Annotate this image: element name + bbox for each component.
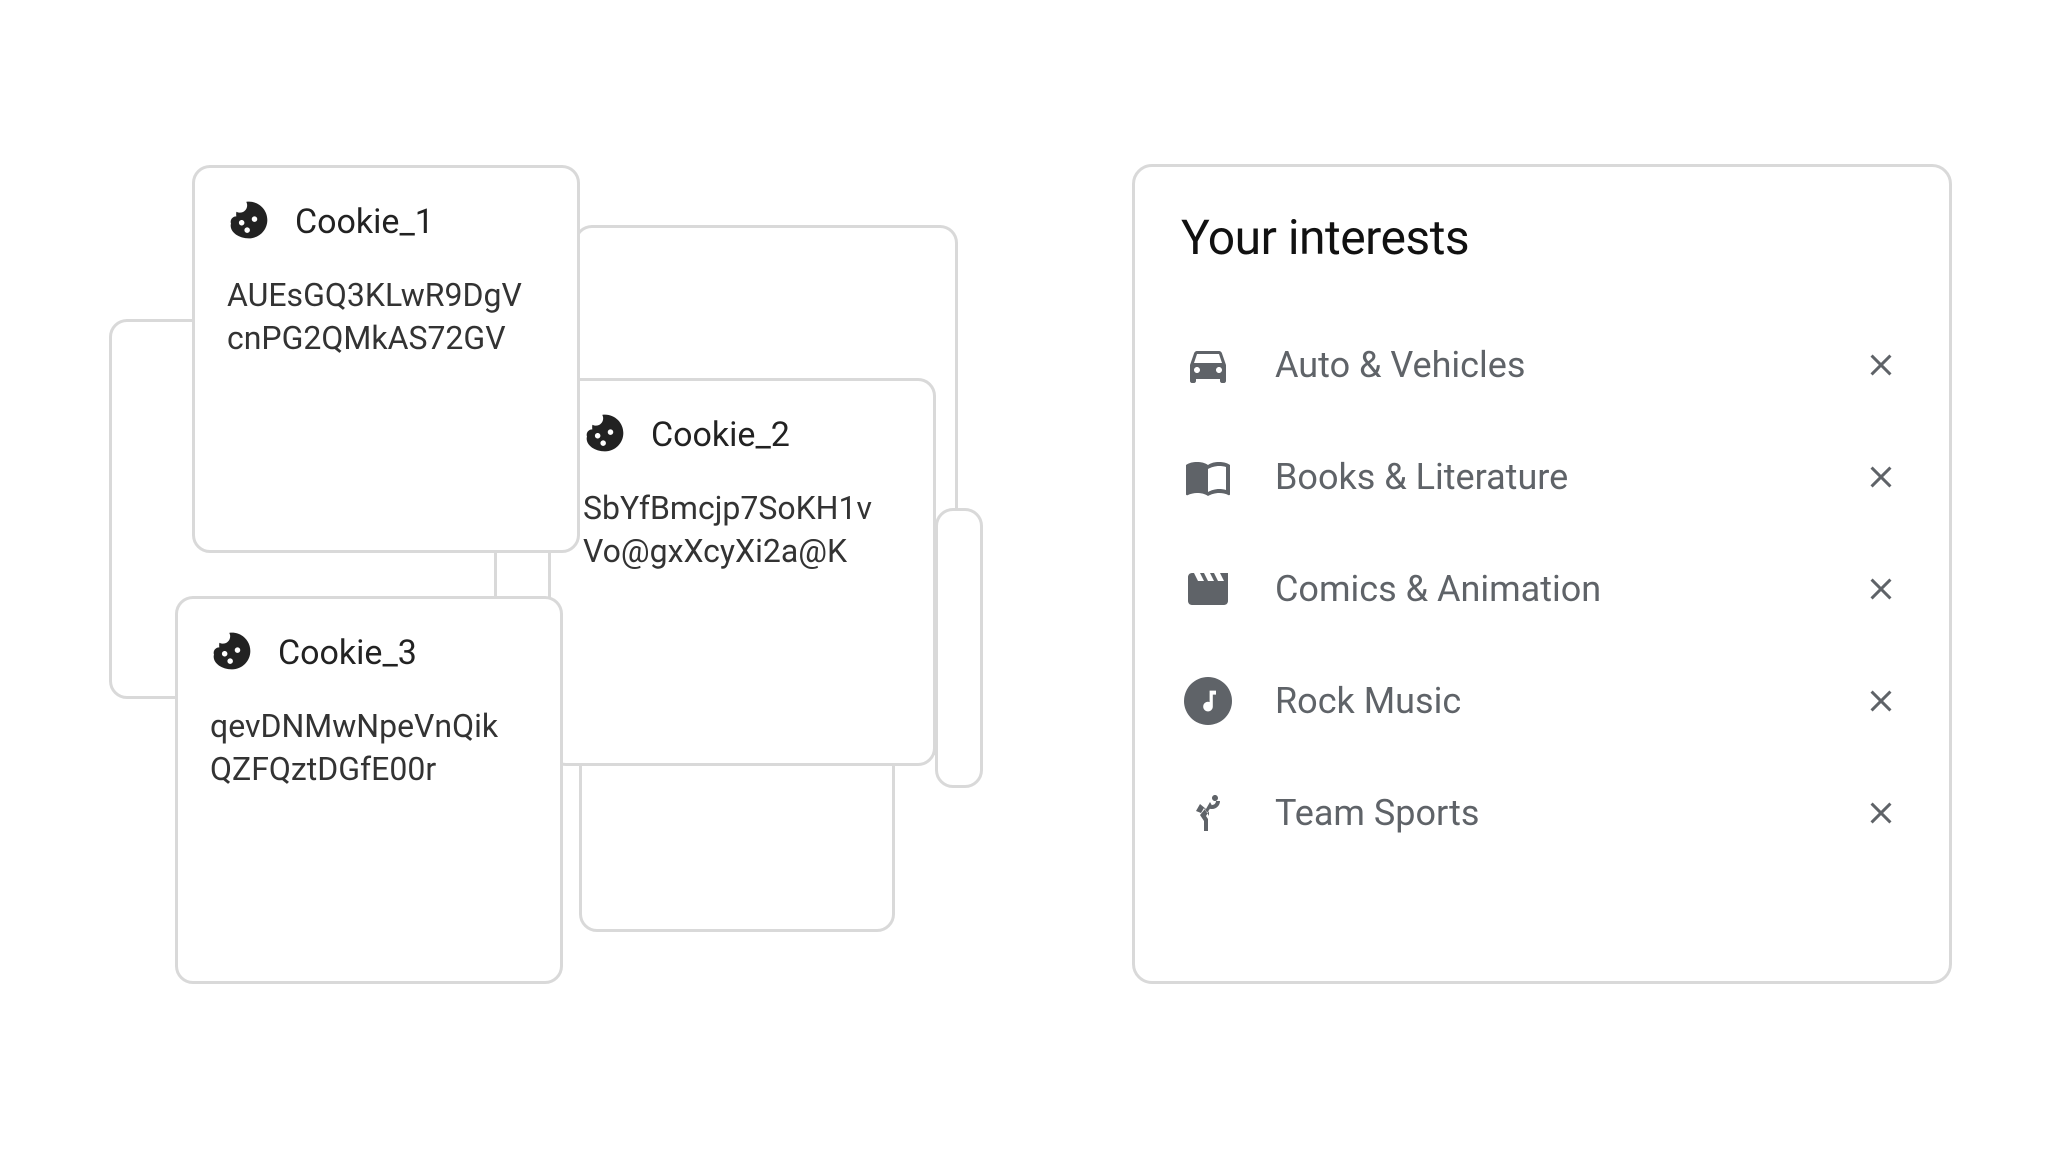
interest-label: Comics & Animation [1275, 568, 1819, 610]
interests-panel: Your interests Auto & Vehicles Books & L… [1132, 164, 1952, 984]
cookie-title: Cookie_1 [295, 202, 434, 242]
cookie-value: SbYfBmcjp7SoKH1v Vo@gxXcyXi2a@K [583, 487, 901, 573]
remove-interest-button[interactable] [1859, 455, 1903, 499]
cookie-card-3: Cookie_3 qevDNMwNpeVnQik QZFQztDGfE00r [175, 596, 563, 984]
interest-row-team-sports: Team Sports [1181, 770, 1903, 856]
interest-label: Auto & Vehicles [1275, 344, 1819, 386]
ghost-card [935, 508, 983, 788]
remove-interest-button[interactable] [1859, 343, 1903, 387]
cookie-card-1: Cookie_1 AUEsGQ3KLwR9DgV cnPG2QMkAS72GV [192, 165, 580, 553]
remove-interest-button[interactable] [1859, 567, 1903, 611]
clapper-icon [1181, 562, 1235, 616]
interest-label: Team Sports [1275, 792, 1819, 834]
cookie-value: qevDNMwNpeVnQik QZFQztDGfE00r [210, 705, 528, 791]
remove-interest-button[interactable] [1859, 679, 1903, 723]
sports-icon [1181, 786, 1235, 840]
interest-row-comics-animation: Comics & Animation [1181, 546, 1903, 632]
interest-label: Rock Music [1275, 680, 1819, 722]
book-icon [1181, 450, 1235, 504]
cookie-icon [227, 198, 271, 246]
cookie-value: AUEsGQ3KLwR9DgV cnPG2QMkAS72GV [227, 274, 545, 360]
interest-row-books-literature: Books & Literature [1181, 434, 1903, 520]
music-note-icon [1181, 674, 1235, 728]
cookie-card-2: Cookie_2 SbYfBmcjp7SoKH1v Vo@gxXcyXi2a@K [548, 378, 936, 766]
remove-interest-button[interactable] [1859, 791, 1903, 835]
cookie-title: Cookie_3 [278, 633, 417, 673]
interest-row-auto-vehicles: Auto & Vehicles [1181, 322, 1903, 408]
cookie-icon [210, 629, 254, 677]
interest-row-rock-music: Rock Music [1181, 658, 1903, 744]
cookie-title: Cookie_2 [651, 415, 790, 455]
interests-title: Your interests [1181, 209, 1903, 266]
car-icon [1181, 338, 1235, 392]
cookie-icon [583, 411, 627, 459]
interest-label: Books & Literature [1275, 456, 1819, 498]
